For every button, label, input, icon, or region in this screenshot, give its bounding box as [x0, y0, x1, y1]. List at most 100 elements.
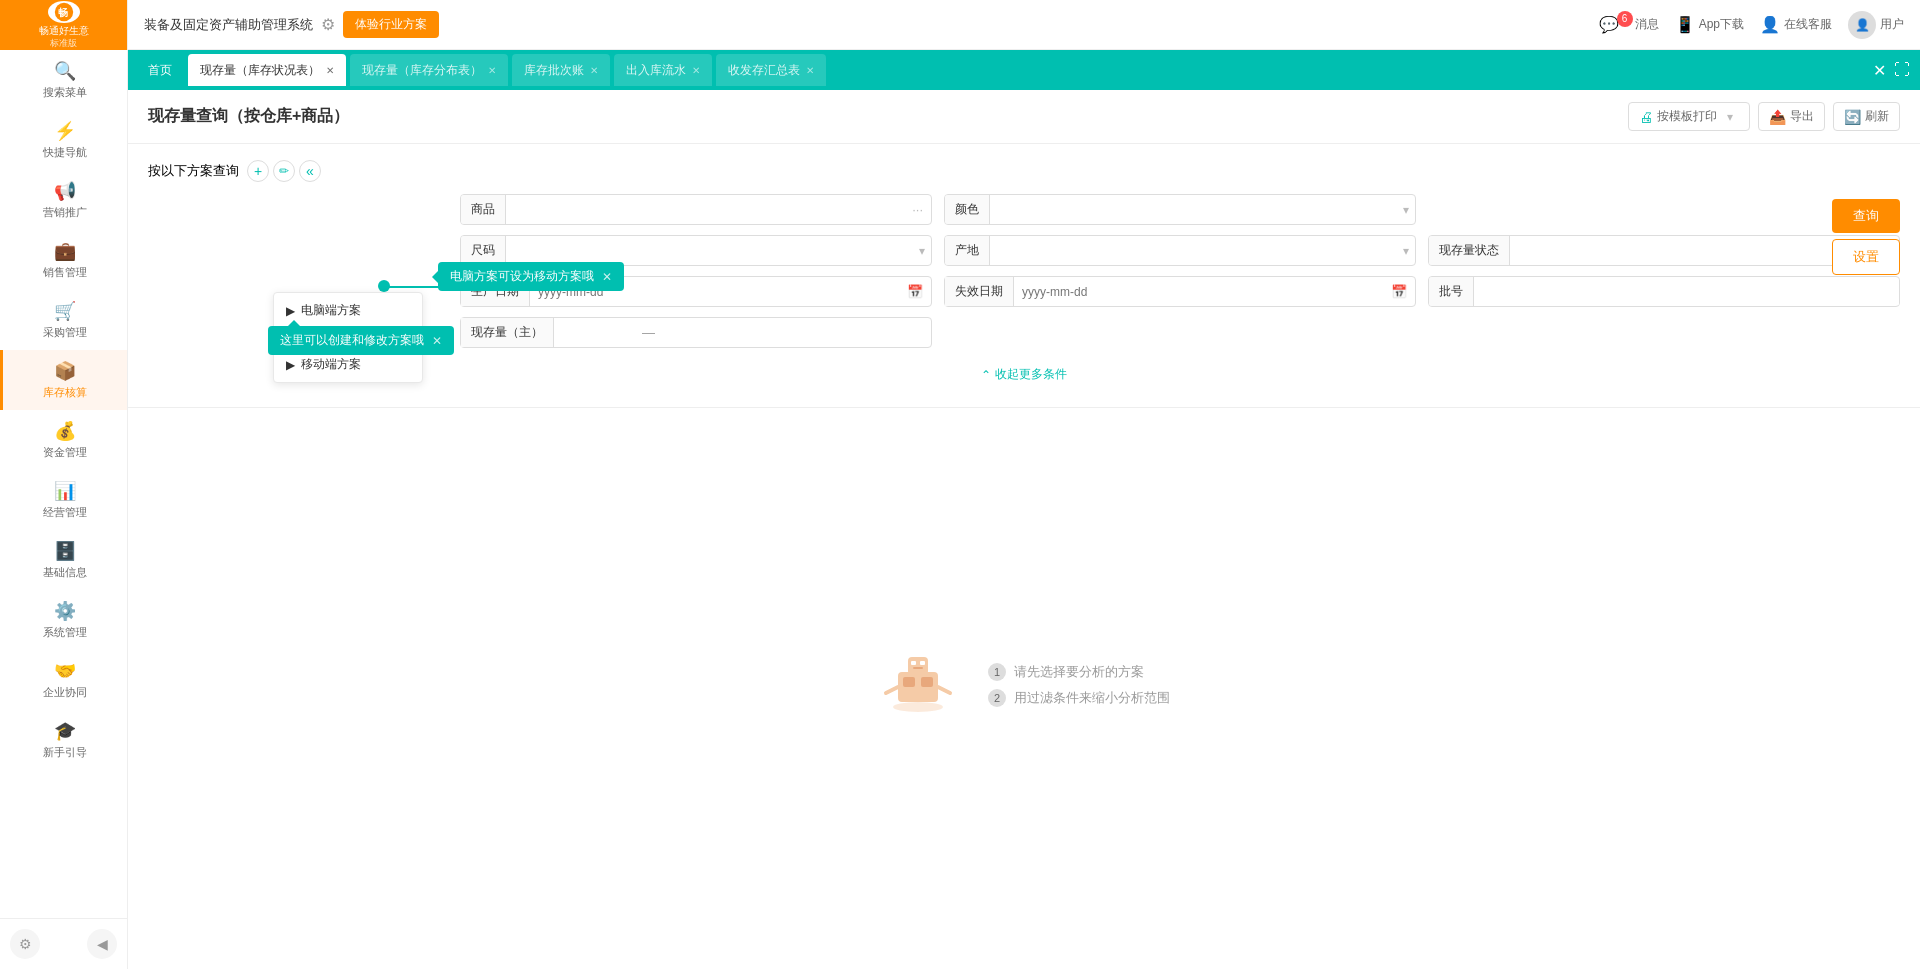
tab-stock-dist-label: 现存量（库存分布表） [362, 62, 482, 79]
stock-status-input[interactable] [1510, 238, 1881, 264]
goods-input[interactable] [506, 197, 904, 223]
query-button[interactable]: 查询 [1832, 199, 1900, 233]
operations-icon: 📊 [54, 480, 76, 502]
filter-header: 按以下方案查询 + ✏ « [148, 160, 1900, 182]
sidebar-item-enterprise[interactable]: 🤝 企业协同 [0, 650, 127, 710]
page-content: 现存量查询（按仓库+商品） 🖨 按模板打印 ▾ 📤 导出 🔄 刷新 [128, 90, 1920, 969]
sidebar-item-finance[interactable]: 💰 资金管理 [0, 410, 127, 470]
tooltip-secondary-close[interactable]: ✕ [432, 334, 442, 348]
sidebar-item-operations[interactable]: 📊 经营管理 [0, 470, 127, 530]
svg-rect-7 [911, 661, 916, 665]
back-scheme-btn[interactable]: « [299, 160, 321, 182]
empty-hint-2: 2 用过滤条件来缩小分析范围 [988, 689, 1170, 707]
expire-date-label: 失效日期 [945, 277, 1014, 306]
expire-date-calendar-icon[interactable]: 📅 [1383, 278, 1415, 305]
sidebar-item-label: 销售管理 [43, 265, 87, 280]
print-dropdown-icon[interactable]: ▾ [1721, 110, 1739, 124]
tab-stock-status[interactable]: 现存量（库存状况表） ✕ [188, 54, 346, 86]
tab-stock-status-label: 现存量（库存状况表） [200, 62, 320, 79]
main-area: 装备及固定资产辅助管理系统 ⚙ 体验行业方案 💬 6 消息 📱 App下载 👤 … [128, 0, 1920, 969]
origin-input[interactable] [990, 238, 1397, 264]
tab-fullscreen-icon[interactable]: ⛶ [1892, 59, 1912, 82]
sidebar-item-marketing[interactable]: 📢 营销推广 [0, 170, 127, 230]
goods-dots[interactable]: ··· [904, 196, 931, 223]
tab-close-all-icon[interactable]: ✕ [1871, 59, 1888, 82]
system-name: 装备及固定资产辅助管理系统 [144, 16, 313, 34]
size-dropdown-icon[interactable]: ▾ [913, 244, 931, 258]
sidebar-item-purchase[interactable]: 🛒 采购管理 [0, 290, 127, 350]
svg-rect-5 [921, 677, 933, 687]
sidebar-item-label: 营销推广 [43, 205, 87, 220]
batch-no-field: 批号 [1428, 276, 1900, 307]
tooltip-main-close[interactable]: ✕ [602, 270, 612, 284]
reset-button[interactable]: 设置 [1832, 239, 1900, 275]
sidebar-item-inventory[interactable]: 📦 库存核算 [0, 350, 127, 410]
add-scheme-btn[interactable]: + [247, 160, 269, 182]
sidebar-item-basic[interactable]: 🗄️ 基础信息 [0, 530, 127, 590]
page-title: 现存量查询（按仓库+商品） [148, 106, 349, 127]
origin-dropdown-icon[interactable]: ▾ [1397, 244, 1415, 258]
stock-main-label: 现存量（主） [461, 318, 554, 347]
color-input[interactable] [990, 197, 1397, 223]
sidebar-item-label: 企业协同 [43, 685, 87, 700]
header-left: 装备及固定资产辅助管理系统 ⚙ 体验行业方案 [144, 11, 439, 38]
svg-rect-8 [920, 661, 925, 665]
print-button[interactable]: 🖨 按模板打印 ▾ [1628, 102, 1750, 131]
collapse-sidebar-btn[interactable]: ◀ [87, 929, 117, 959]
sidebar-item-system[interactable]: ⚙️ 系统管理 [0, 590, 127, 650]
system-icon: ⚙️ [54, 600, 76, 622]
app-download-action[interactable]: 📱 App下载 [1675, 15, 1744, 34]
edit-scheme-btn[interactable]: ✏ [273, 160, 295, 182]
app-download-label: App下载 [1699, 16, 1744, 33]
produce-date-calendar-icon[interactable]: 📅 [899, 278, 931, 305]
refresh-button[interactable]: 🔄 刷新 [1833, 102, 1900, 131]
connector-line [385, 286, 440, 288]
sidebar-nav: 🔍 搜索菜单 ⚡ 快捷导航 📢 营销推广 💼 销售管理 🛒 采购管理 📦 库存核… [0, 50, 127, 918]
message-icon: 💬 [1599, 15, 1619, 34]
tab-close-icon[interactable]: ✕ [692, 65, 700, 76]
tab-close-icon[interactable]: ✕ [590, 65, 598, 76]
hint-num-2: 2 [988, 689, 1006, 707]
search-icon: 🔍 [54, 60, 76, 82]
sidebar: 畅 畅通好生意 标准版 🔍 搜索菜单 ⚡ 快捷导航 📢 营销推广 💼 销售管理 … [0, 0, 128, 969]
stock-main-min-input[interactable] [554, 320, 634, 346]
tab-io-flow[interactable]: 出入库流水 ✕ [614, 54, 712, 86]
enterprise-icon: 🤝 [54, 660, 76, 682]
sidebar-item-label: 新手引导 [43, 745, 87, 760]
tab-recv-send[interactable]: 收发存汇总表 ✕ [716, 54, 826, 86]
tab-stock-dist[interactable]: 现存量（库存分布表） ✕ [350, 54, 508, 86]
size-input[interactable] [506, 238, 913, 264]
expire-date-field: 失效日期 📅 [944, 276, 1416, 307]
tab-close-icon[interactable]: ✕ [326, 65, 334, 76]
color-label: 颜色 [945, 195, 990, 224]
color-dropdown-icon[interactable]: ▾ [1397, 203, 1415, 217]
export-label: 导出 [1790, 108, 1814, 125]
tab-stock-batch[interactable]: 库存批次账 ✕ [512, 54, 610, 86]
export-button[interactable]: 📤 导出 [1758, 102, 1825, 131]
sidebar-item-quicknav[interactable]: ⚡ 快捷导航 [0, 110, 127, 170]
user-label: 用户 [1880, 16, 1904, 33]
header-settings-icon[interactable]: ⚙ [321, 15, 335, 34]
stock-status-field: 现存量状态 ▾ [1428, 235, 1900, 266]
tab-close-icon[interactable]: ✕ [806, 65, 814, 76]
stock-range-sep: — [634, 319, 663, 346]
sidebar-item-label: 系统管理 [43, 625, 87, 640]
stock-main-max-input[interactable] [663, 320, 743, 346]
expire-date-input[interactable] [1014, 279, 1383, 305]
tab-home[interactable]: 首页 [136, 54, 184, 86]
message-action[interactable]: 💬 6 消息 [1599, 15, 1659, 34]
empty-hints: 1 请先选择要分析的方案 2 用过滤条件来缩小分析范围 [988, 663, 1170, 715]
stock-main-field: 现存量（主） — [460, 317, 932, 348]
tab-close-icon[interactable]: ✕ [488, 65, 496, 76]
batch-no-input[interactable] [1474, 279, 1899, 305]
scheme-mobile-arrow: ▶ [286, 358, 295, 372]
sidebar-item-label: 采购管理 [43, 325, 87, 340]
online-service-action[interactable]: 👤 在线客服 [1760, 15, 1832, 34]
scheme-mobile[interactable]: ▶ 移动端方案 [274, 351, 422, 378]
trial-button[interactable]: 体验行业方案 [343, 11, 439, 38]
user-action[interactable]: 👤 用户 [1848, 11, 1904, 39]
settings-btn[interactable]: ⚙ [10, 929, 40, 959]
sidebar-item-search[interactable]: 🔍 搜索菜单 [0, 50, 127, 110]
sidebar-item-guide[interactable]: 🎓 新手引导 [0, 710, 127, 770]
sidebar-item-sales[interactable]: 💼 销售管理 [0, 230, 127, 290]
